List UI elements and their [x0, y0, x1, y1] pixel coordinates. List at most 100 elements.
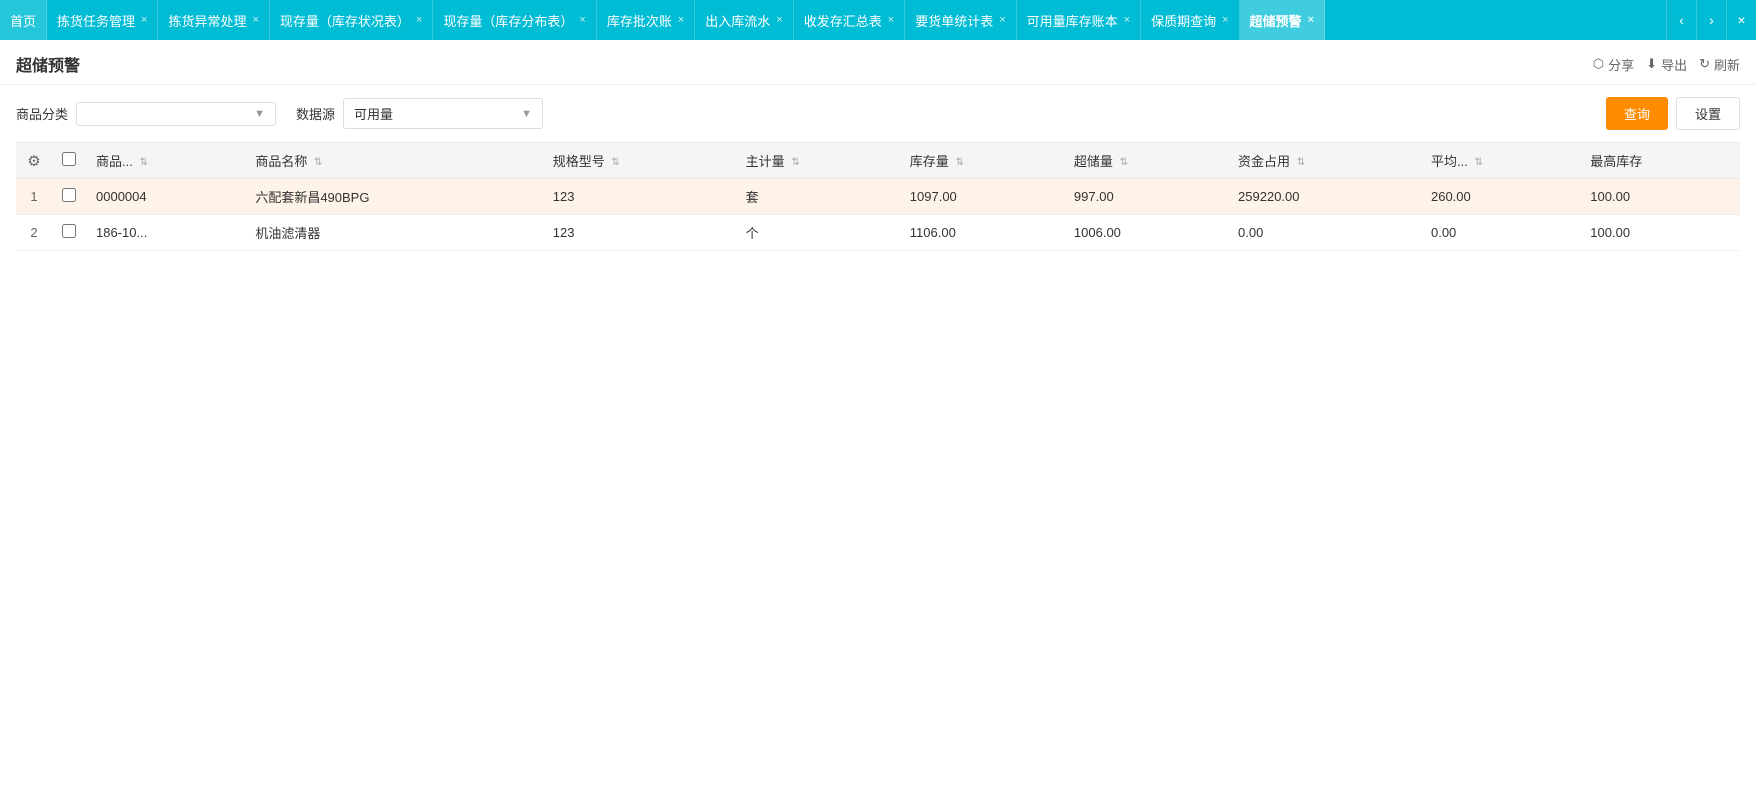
nav-close-inout-flow[interactable]: ×: [776, 14, 782, 26]
datasource-label: 数据源: [296, 104, 335, 123]
nav-close-receipt-summary[interactable]: ×: [888, 14, 894, 26]
row-avg-2: 0.00: [1421, 215, 1580, 251]
sort-spec-icon: ⇅: [611, 157, 619, 168]
filter-area: 商品分类 ▼ 数据源 可用量 ▼ 查询 设置: [0, 85, 1756, 142]
select-all-checkbox[interactable]: [62, 152, 76, 166]
nav-inventory-status[interactable]: 现存量（库存状况表） ×: [270, 0, 433, 40]
col-header-settings: ⚙: [16, 143, 52, 179]
row-num-2: 2: [16, 215, 52, 251]
row-capital-2: 0.00: [1228, 215, 1421, 251]
refresh-button[interactable]: ↻ 刷新: [1699, 55, 1740, 74]
nav-close-expiry-query[interactable]: ×: [1222, 14, 1228, 26]
col-header-unit[interactable]: 主计量 ⇅: [736, 143, 900, 179]
filter-buttons: 查询 设置: [1606, 97, 1740, 130]
nav-close-inventory-status[interactable]: ×: [416, 14, 422, 26]
col-header-code[interactable]: 商品... ⇅: [86, 143, 245, 179]
nav-exception-handling[interactable]: 拣货异常处理 ×: [158, 0, 269, 40]
category-chevron-icon: ▼: [254, 108, 265, 120]
row-code-1: 0000004: [86, 179, 245, 215]
col-header-stock[interactable]: 库存量 ⇅: [900, 143, 1064, 179]
page-header: 超储预警 ⬡ 分享 ⬇ 导出 ↻ 刷新: [0, 40, 1756, 85]
share-icon: ⬡: [1593, 56, 1604, 72]
nav-close-exception-handling[interactable]: ×: [252, 14, 258, 26]
row-maxstock-2: 100.00: [1580, 215, 1740, 251]
col-header-overstock[interactable]: 超储量 ⇅: [1064, 143, 1228, 179]
row-checkbox-2: [52, 215, 86, 251]
sort-capital-icon: ⇅: [1297, 157, 1305, 168]
datasource-select[interactable]: 可用量 ▼: [343, 98, 543, 129]
table-row[interactable]: 2 186-10... 机油滤清器 123 个 1106.00 1006.00 …: [16, 215, 1740, 251]
category-filter: 商品分类 ▼: [16, 102, 276, 126]
share-button[interactable]: ⬡ 分享: [1593, 55, 1634, 74]
row-spec-2: 123: [543, 215, 736, 251]
nav-arrow-left[interactable]: ‹: [1666, 0, 1696, 40]
nav-expiry-query[interactable]: 保质期查询 ×: [1141, 0, 1239, 40]
nav-arrows: ‹ › ×: [1666, 0, 1756, 40]
sort-unit-icon: ⇅: [791, 157, 799, 168]
nav-home[interactable]: 首页: [0, 0, 47, 40]
col-header-checkbox: [52, 143, 86, 179]
row-name-1: 六配套新昌490BPG: [245, 179, 542, 215]
nav-available-stock[interactable]: 可用量库存账本 ×: [1017, 0, 1141, 40]
data-table: ⚙ 商品... ⇅ 商品名称 ⇅ 规格型号 ⇅: [16, 142, 1740, 251]
row-code-2: 186-10...: [86, 215, 245, 251]
nav-close-inventory-batch[interactable]: ×: [678, 14, 684, 26]
nav-task-management[interactable]: 拣货任务管理 ×: [47, 0, 158, 40]
row-capital-1: 259220.00: [1228, 179, 1421, 215]
row-overstock-1: 997.00: [1064, 179, 1228, 215]
sort-name-icon: ⇅: [314, 157, 322, 168]
query-button[interactable]: 查询: [1606, 97, 1668, 130]
nav-close-inventory-distribution[interactable]: ×: [579, 14, 585, 26]
row-stock-2: 1106.00: [900, 215, 1064, 251]
settings-button[interactable]: 设置: [1676, 97, 1740, 130]
col-header-capital[interactable]: 资金占用 ⇅: [1228, 143, 1421, 179]
row-overstock-2: 1006.00: [1064, 215, 1228, 251]
nav-inventory-batch[interactable]: 库存批次账 ×: [597, 0, 695, 40]
nav-inventory-distribution[interactable]: 现存量（库存分布表） ×: [433, 0, 596, 40]
sort-overstock-icon: ⇅: [1120, 157, 1128, 168]
row-num-1: 1: [16, 179, 52, 215]
row-select-1[interactable]: [62, 188, 76, 202]
table-container: ⚙ 商品... ⇅ 商品名称 ⇅ 规格型号 ⇅: [0, 142, 1756, 251]
col-header-name[interactable]: 商品名称 ⇅: [245, 143, 542, 179]
header-actions: ⬡ 分享 ⬇ 导出 ↻ 刷新: [1593, 55, 1740, 74]
page-title: 超储预警: [16, 52, 80, 76]
table-body: 1 0000004 六配套新昌490BPG 123 套 1097.00 997.…: [16, 179, 1740, 251]
nav-arrow-close-all[interactable]: ×: [1726, 0, 1756, 40]
datasource-chevron-icon: ▼: [521, 108, 532, 120]
export-button[interactable]: ⬇ 导出: [1646, 55, 1687, 74]
datasource-value: 可用量: [354, 104, 393, 123]
row-checkbox-1: [52, 179, 86, 215]
table-row[interactable]: 1 0000004 六配套新昌490BPG 123 套 1097.00 997.…: [16, 179, 1740, 215]
category-select[interactable]: ▼: [76, 102, 276, 126]
row-stock-1: 1097.00: [900, 179, 1064, 215]
sort-avg-icon: ⇅: [1474, 157, 1482, 168]
refresh-icon: ↻: [1699, 56, 1710, 72]
settings-gear-icon[interactable]: ⚙: [27, 153, 40, 170]
col-header-avg[interactable]: 平均... ⇅: [1421, 143, 1580, 179]
row-select-2[interactable]: [62, 224, 76, 238]
nav-overstock-warning[interactable]: 超储预警 ×: [1240, 0, 1325, 40]
nav-receipt-summary[interactable]: 收发存汇总表 ×: [794, 0, 905, 40]
row-unit-1: 套: [736, 179, 900, 215]
row-maxstock-1: 100.00: [1580, 179, 1740, 215]
sort-code-icon: ⇅: [139, 157, 147, 168]
row-avg-1: 260.00: [1421, 179, 1580, 215]
nav-close-available-stock[interactable]: ×: [1124, 14, 1130, 26]
row-name-2: 机油滤清器: [245, 215, 542, 251]
table-header-row: ⚙ 商品... ⇅ 商品名称 ⇅ 规格型号 ⇅: [16, 143, 1740, 179]
sort-stock-icon: ⇅: [955, 157, 963, 168]
nav-close-overstock-warning[interactable]: ×: [1308, 14, 1314, 26]
page-container: 超储预警 ⬡ 分享 ⬇ 导出 ↻ 刷新 商品分类 ▼ 数据源: [0, 40, 1756, 800]
nav-arrow-right[interactable]: ›: [1696, 0, 1726, 40]
col-header-spec[interactable]: 规格型号 ⇅: [543, 143, 736, 179]
nav-close-task-management[interactable]: ×: [141, 14, 147, 26]
nav-inout-flow[interactable]: 出入库流水 ×: [695, 0, 793, 40]
row-unit-2: 个: [736, 215, 900, 251]
category-label: 商品分类: [16, 104, 68, 123]
col-header-maxstock[interactable]: 最高库存: [1580, 143, 1740, 179]
nav-order-stats[interactable]: 要货单统计表 ×: [905, 0, 1016, 40]
export-icon: ⬇: [1646, 56, 1657, 72]
datasource-filter: 数据源 可用量 ▼: [296, 98, 543, 129]
nav-close-order-stats[interactable]: ×: [999, 14, 1005, 26]
